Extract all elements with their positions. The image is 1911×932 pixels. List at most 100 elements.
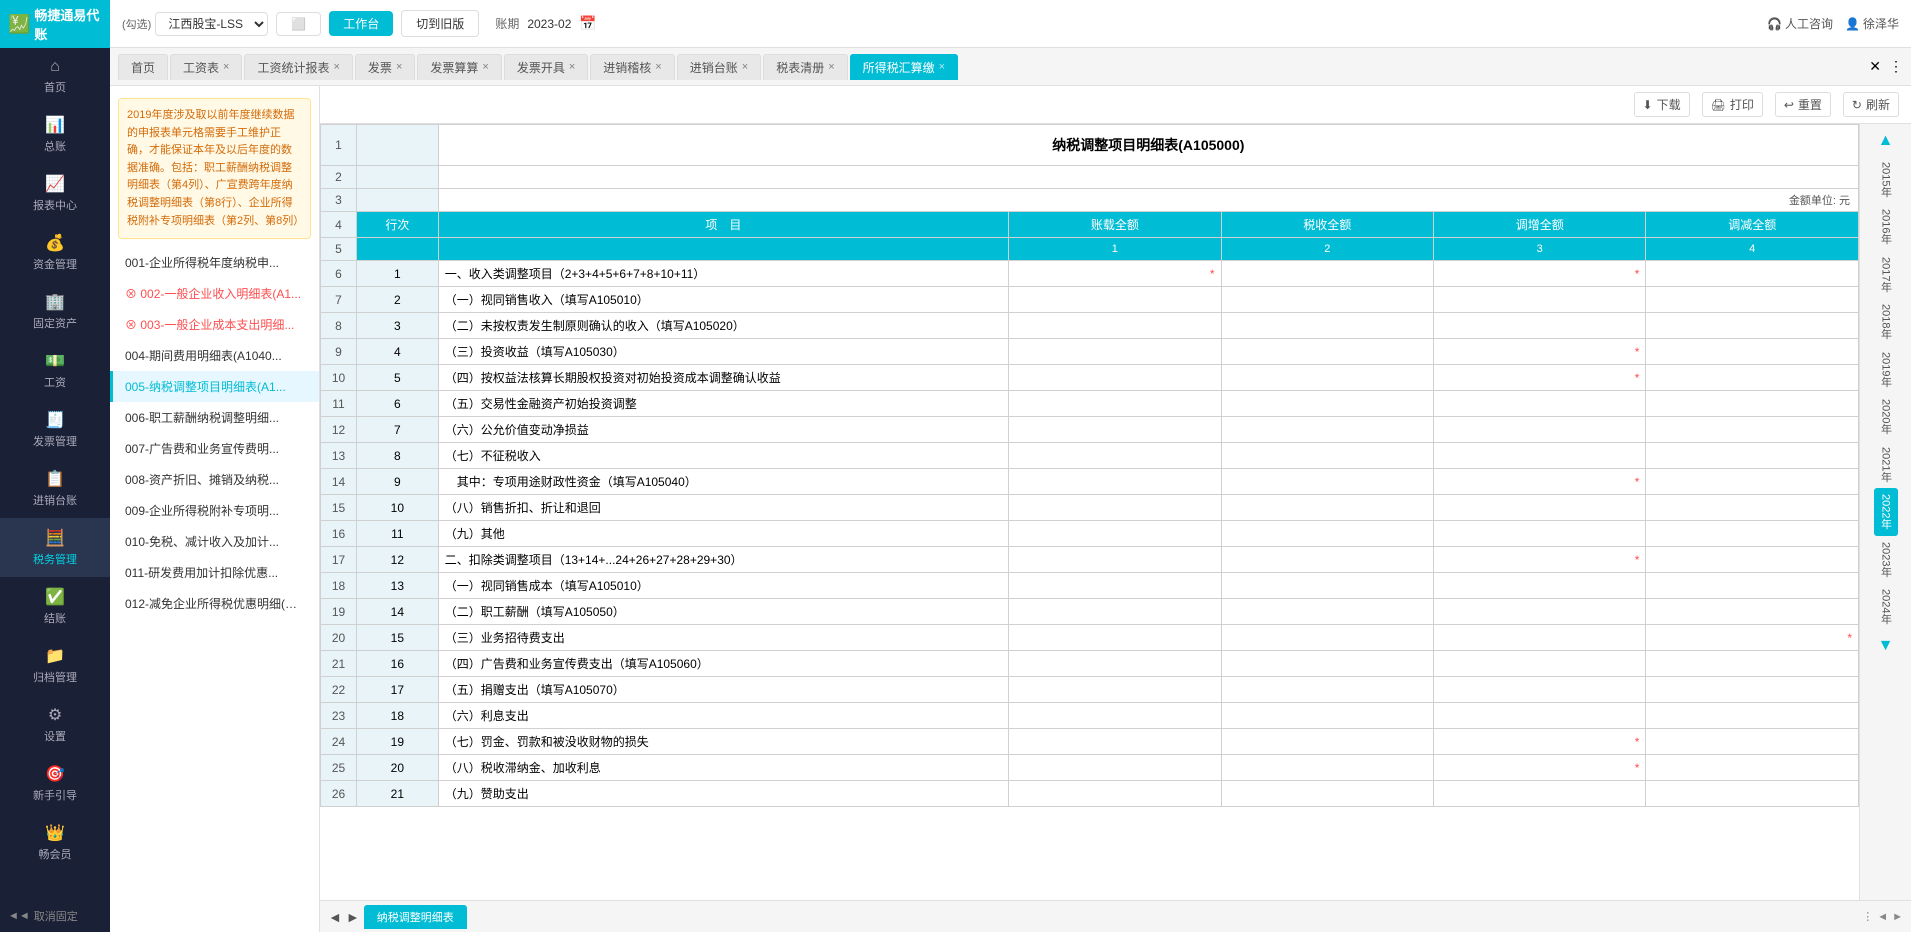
col-c-cell-13[interactable] xyxy=(1009,599,1221,625)
col-c-cell-3[interactable] xyxy=(1009,339,1221,365)
col-d-cell-13[interactable] xyxy=(1221,599,1433,625)
year-nav-down[interactable]: ▼ xyxy=(1874,633,1898,659)
old-version-button[interactable]: 切到旧版 xyxy=(401,10,479,37)
sidebar-item-inout[interactable]: 📋进销台账 xyxy=(0,459,110,518)
col-c-cell-6[interactable] xyxy=(1009,417,1221,443)
year-nav-up[interactable]: ▲ xyxy=(1874,128,1898,154)
form-item-010[interactable]: 010-免税、减计收入及加计... xyxy=(110,526,319,557)
col-f-cell-19[interactable] xyxy=(1646,755,1859,781)
col-c-cell-14[interactable] xyxy=(1009,625,1221,651)
sheet-nav-left[interactable]: ◄ xyxy=(328,909,342,925)
col-b-cell-5[interactable]: （五）交易性金融资产初始投资调整 xyxy=(438,391,1008,417)
table-container[interactable]: 1 纳税调整项目明细表(A105000) 2 3 xyxy=(320,124,1859,900)
col-e-cell-13[interactable] xyxy=(1434,599,1646,625)
calendar-icon[interactable]: 📅 xyxy=(579,15,596,32)
col-c-cell-20[interactable] xyxy=(1009,781,1221,807)
col-c-cell-17[interactable] xyxy=(1009,703,1221,729)
company-selector[interactable]: (勾选) 江西股宝-LSS xyxy=(122,12,268,36)
col-d-cell-0[interactable] xyxy=(1221,261,1433,287)
year-item-2016年[interactable]: 2016年 xyxy=(1874,203,1898,250)
col-b-cell-15[interactable]: （四）广告费和业务宣传费支出（填写A105060） xyxy=(438,651,1008,677)
col-c-cell-1[interactable] xyxy=(1009,287,1221,313)
col-e-cell-15[interactable] xyxy=(1434,651,1646,677)
tab-close-9[interactable]: × xyxy=(939,61,945,73)
sidebar-item-close[interactable]: ✅结账 xyxy=(0,577,110,636)
refresh-button[interactable]: ↻ 刷新 xyxy=(1843,92,1899,117)
col-f-cell-2[interactable] xyxy=(1646,313,1859,339)
col-f-cell-6[interactable] xyxy=(1646,417,1859,443)
col-b-cell-16[interactable]: （五）捐赠支出（填写A105070） xyxy=(438,677,1008,703)
col-c-cell-11[interactable] xyxy=(1009,547,1221,573)
sidebar-item-archive[interactable]: 📁归档管理 xyxy=(0,636,110,695)
col-e-cell-1[interactable] xyxy=(1434,287,1646,313)
sheet-tab-active[interactable]: 纳税调整明细表 xyxy=(364,905,467,929)
tab-7[interactable]: 进销台账× xyxy=(677,54,761,80)
copy-button[interactable]: ⬜ xyxy=(276,12,321,36)
year-item-2017年[interactable]: 2017年 xyxy=(1874,251,1898,298)
col-d-cell-19[interactable] xyxy=(1221,755,1433,781)
sidebar-item-member[interactable]: 👑畅会员 xyxy=(0,813,110,872)
tab-close-6[interactable]: × xyxy=(655,61,661,73)
col-e-cell-14[interactable] xyxy=(1434,625,1646,651)
col-b-cell-6[interactable]: （六）公允价值变动净损益 xyxy=(438,417,1008,443)
col-e-cell-4[interactable]: * xyxy=(1434,365,1646,391)
company-dropdown[interactable]: 江西股宝-LSS xyxy=(155,12,268,36)
sidebar-item-ledger[interactable]: 📊总账 xyxy=(0,105,110,164)
col-e-cell-16[interactable] xyxy=(1434,677,1646,703)
col-b-cell-13[interactable]: （二）职工薪酬（填写A105050） xyxy=(438,599,1008,625)
col-f-cell-4[interactable] xyxy=(1646,365,1859,391)
col-f-cell-15[interactable] xyxy=(1646,651,1859,677)
sidebar-item-invoice[interactable]: 🧾发票管理 xyxy=(0,400,110,459)
col-f-cell-20[interactable] xyxy=(1646,781,1859,807)
col-f-cell-13[interactable] xyxy=(1646,599,1859,625)
year-item-2023年[interactable]: 2023年 xyxy=(1874,536,1898,583)
tab-close-7[interactable]: × xyxy=(742,61,748,73)
tab-2[interactable]: 工资统计报表× xyxy=(244,54,352,80)
year-item-2024年[interactable]: 2024年 xyxy=(1874,583,1898,630)
col-f-cell-17[interactable] xyxy=(1646,703,1859,729)
col-e-cell-17[interactable] xyxy=(1434,703,1646,729)
tab-0[interactable]: 首页 xyxy=(118,54,168,80)
col-d-cell-9[interactable] xyxy=(1221,495,1433,521)
more-tabs-icon[interactable]: ⋮ xyxy=(1889,58,1903,75)
workbench-button[interactable]: 工作台 xyxy=(329,11,393,36)
col-f-cell-18[interactable] xyxy=(1646,729,1859,755)
close-tab-icon[interactable]: ✕ xyxy=(1869,58,1881,75)
col-c-cell-10[interactable] xyxy=(1009,521,1221,547)
download-button[interactable]: ⬇ 下载 xyxy=(1634,92,1690,117)
year-item-2019年[interactable]: 2019年 xyxy=(1874,346,1898,393)
col-b-cell-8[interactable]: 其中：专项用途财政性资金（填写A105040） xyxy=(438,469,1008,495)
tab-1[interactable]: 工资表× xyxy=(170,54,242,80)
col-e-cell-18[interactable]: * xyxy=(1434,729,1646,755)
col-b-cell-12[interactable]: （一）视同销售成本（填写A105010） xyxy=(438,573,1008,599)
col-e-cell-7[interactable] xyxy=(1434,443,1646,469)
col-d-cell-7[interactable] xyxy=(1221,443,1433,469)
form-item-005[interactable]: 005-纳税调整项目明细表(A1... xyxy=(110,371,319,402)
sidebar-item-reports[interactable]: 📈报表中心 xyxy=(0,164,110,223)
col-e-cell-9[interactable] xyxy=(1434,495,1646,521)
col-e-cell-3[interactable]: * xyxy=(1434,339,1646,365)
form-item-012[interactable]: 012-减免企业所得税优惠明细(… xyxy=(110,588,319,619)
col-f-cell-5[interactable] xyxy=(1646,391,1859,417)
sidebar-item-settings[interactable]: ⚙设置 xyxy=(0,695,110,754)
col-d-cell-18[interactable] xyxy=(1221,729,1433,755)
year-item-2022年[interactable]: 2022年 xyxy=(1874,488,1898,535)
col-d-cell-5[interactable] xyxy=(1221,391,1433,417)
year-item-2021年[interactable]: 2021年 xyxy=(1874,441,1898,488)
col-b-cell-11[interactable]: 二、扣除类调整项目（13+14+...24+26+27+28+29+30） xyxy=(438,547,1008,573)
year-item-2018年[interactable]: 2018年 xyxy=(1874,298,1898,345)
scroll-right-indicator[interactable]: ► xyxy=(1892,911,1903,923)
col-f-cell-0[interactable] xyxy=(1646,261,1859,287)
print-button[interactable]: 🖨 打印 xyxy=(1702,92,1763,117)
col-f-cell-10[interactable] xyxy=(1646,521,1859,547)
tab-close-2[interactable]: × xyxy=(333,61,339,73)
tab-close-5[interactable]: × xyxy=(569,61,575,73)
col-d-cell-12[interactable] xyxy=(1221,573,1433,599)
col-c-cell-9[interactable] xyxy=(1009,495,1221,521)
sidebar-unpin-button[interactable]: ◄◄ 取消固定 xyxy=(0,900,110,932)
col-d-cell-2[interactable] xyxy=(1221,313,1433,339)
tab-3[interactable]: 发票× xyxy=(355,54,415,80)
col-f-cell-7[interactable] xyxy=(1646,443,1859,469)
col-b-cell-9[interactable]: （八）销售折扣、折让和退回 xyxy=(438,495,1008,521)
col-f-cell-8[interactable] xyxy=(1646,469,1859,495)
